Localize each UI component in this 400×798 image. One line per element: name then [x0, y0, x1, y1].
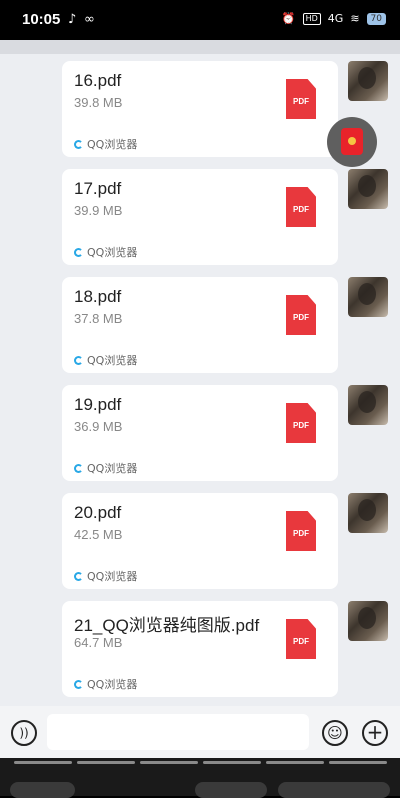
file-name: 21_QQ浏览器纯图版.pdf [74, 616, 260, 635]
pdf-icon-label: PDF [293, 637, 309, 646]
page-indicator-segment [203, 761, 261, 764]
file-message-card[interactable]: 17.pdf 39.9 MB QQ浏览器 PDF [62, 169, 338, 265]
pdf-file-icon: PDF [286, 295, 316, 335]
file-size: 37.8 MB [74, 311, 123, 326]
source-label: QQ浏览器 [87, 138, 138, 151]
bottom-system-bar [0, 758, 400, 798]
voice-input-icon[interactable]: )) [11, 720, 37, 746]
qq-browser-icon [74, 247, 83, 257]
source-row: QQ浏览器 [74, 136, 137, 152]
qq-browser-icon [74, 679, 83, 689]
file-size: 36.9 MB [74, 419, 123, 434]
page-indicator-segment [266, 761, 324, 764]
source-label: QQ浏览器 [87, 570, 138, 583]
file-message-card[interactable]: 19.pdf 36.9 MB QQ浏览器 PDF [62, 385, 338, 481]
source-label: QQ浏览器 [87, 462, 138, 475]
file-message-card[interactable]: 16.pdf 39.8 MB QQ浏览器 PDF [62, 61, 338, 157]
file-name: 16.pdf [74, 71, 122, 90]
source-row: QQ浏览器 [74, 676, 137, 692]
file-size: 39.9 MB [74, 203, 123, 218]
pdf-icon-label: PDF [293, 529, 309, 538]
page-indicator-segment [329, 761, 387, 764]
file-message-card[interactable]: 20.pdf 42.5 MB QQ浏览器 PDF [62, 493, 338, 589]
wifi-icon: ≋ [350, 12, 360, 25]
battery-icon: 70 [366, 12, 386, 25]
pdf-file-icon: PDF [286, 403, 316, 443]
message-input[interactable] [47, 714, 309, 750]
signal-icon: 4G [327, 12, 344, 25]
page-indicator-segment [77, 761, 135, 764]
file-name: 17.pdf [74, 179, 122, 198]
qq-browser-icon [74, 571, 83, 581]
hd-icon: HD [302, 12, 321, 25]
avatar[interactable] [348, 601, 388, 641]
status-bar: 10:05 ♪ ∞ ⏰ HD 4G ≋ 70 [0, 0, 400, 40]
file-name: 19.pdf [74, 395, 122, 414]
pdf-file-icon: PDF [286, 187, 316, 227]
file-name: 18.pdf [74, 287, 122, 306]
source-row: QQ浏览器 [74, 244, 137, 260]
pdf-icon-label: PDF [293, 97, 309, 106]
pdf-icon-label: PDF [293, 313, 309, 322]
pdf-file-icon: PDF [286, 79, 316, 119]
file-message-card[interactable]: 21_QQ浏览器纯图版.pdf 64.7 MB QQ浏览器 PDF [62, 601, 338, 697]
source-label: QQ浏览器 [87, 354, 138, 367]
link-icon: ∞ [84, 12, 95, 27]
red-envelope-icon [341, 128, 363, 155]
qq-browser-icon [74, 463, 83, 473]
pdf-icon-label: PDF [293, 205, 309, 214]
file-message-card[interactable]: 18.pdf 37.8 MB QQ浏览器 PDF [62, 277, 338, 373]
pdf-file-icon: PDF [286, 619, 316, 659]
avatar[interactable] [348, 493, 388, 533]
file-name: 20.pdf [74, 503, 122, 522]
source-row: QQ浏览器 [74, 460, 137, 476]
page-indicator-segment [140, 761, 198, 764]
pdf-icon-label: PDF [293, 421, 309, 430]
emoji-icon[interactable]: ☺ [322, 720, 348, 746]
file-size: 39.8 MB [74, 95, 123, 110]
source-label: QQ浏览器 [87, 678, 138, 691]
source-row: QQ浏览器 [74, 352, 137, 368]
source-row: QQ浏览器 [74, 568, 137, 584]
tiktok-icon: ♪ [68, 12, 77, 27]
more-options-icon[interactable]: + [362, 720, 388, 746]
pdf-file-icon: PDF [286, 511, 316, 551]
avatar[interactable] [348, 169, 388, 209]
source-label: QQ浏览器 [87, 246, 138, 259]
chat-top-divider [0, 40, 400, 54]
qq-browser-icon [74, 355, 83, 365]
avatar[interactable] [348, 385, 388, 425]
qq-browser-icon [74, 139, 83, 149]
file-size: 42.5 MB [74, 527, 123, 542]
avatar[interactable] [348, 277, 388, 317]
file-size: 64.7 MB [74, 635, 123, 650]
message-input-bar: )) ☺ + [0, 706, 400, 758]
avatar[interactable] [348, 61, 388, 101]
alarm-icon: ⏰ [281, 12, 296, 25]
red-packet-float-button[interactable] [327, 117, 377, 167]
page-indicator-segment [14, 761, 72, 764]
clock: 10:05 [22, 11, 61, 28]
